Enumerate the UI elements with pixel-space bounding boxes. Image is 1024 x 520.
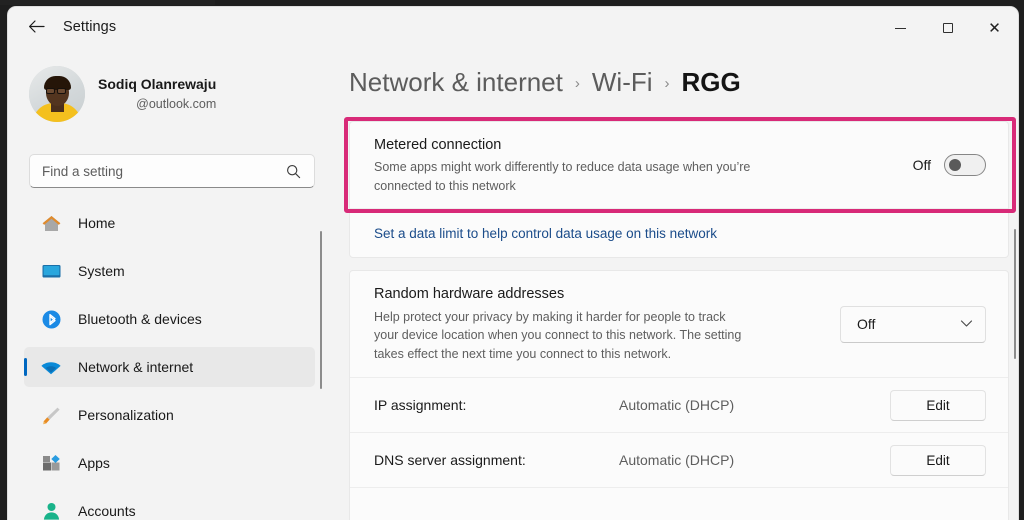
maximize-icon	[942, 23, 953, 33]
main-scrollbar[interactable]	[1014, 229, 1016, 359]
paintbrush-icon	[39, 403, 63, 427]
account-name: Sodiq Olanrewaju	[98, 76, 217, 93]
settings-list: Metered connection Some apps might work …	[344, 117, 1016, 520]
main-content: Network & internet › Wi-Fi › RGG Metered…	[331, 49, 1018, 520]
sidebar-item-bluetooth[interactable]: Bluetooth & devices	[24, 299, 315, 339]
ip-assignment-edit-button[interactable]: Edit	[890, 389, 986, 421]
random-hardware-addresses-row[interactable]: Random hardware addresses Help protect y…	[350, 271, 1008, 377]
sidebar: Sodiq Olanrewaju @outlook.com Find a set…	[8, 49, 331, 520]
partial-row	[350, 488, 1008, 520]
close-button[interactable]: ✕	[971, 7, 1018, 49]
window-controls: ✕	[877, 7, 1018, 49]
ip-assignment-value: Automatic (DHCP)	[619, 397, 735, 413]
set-data-limit-link[interactable]: Set a data limit to help control data us…	[374, 226, 717, 241]
breadcrumb-separator-icon: ›	[574, 75, 580, 92]
ip-assignment-label: IP assignment:	[374, 397, 467, 413]
metered-connection-row[interactable]: Metered connection Some apps might work …	[350, 122, 1008, 208]
background-strip	[0, 0, 215, 5]
metered-card: Metered connection Some apps might work …	[344, 117, 1016, 258]
search-box[interactable]	[29, 154, 315, 188]
random-hardware-description: Help protect your privacy by making it h…	[374, 309, 742, 362]
sidebar-item-label: Home	[78, 215, 116, 231]
metered-description: Some apps might work differently to redu…	[374, 159, 751, 193]
random-hardware-title: Random hardware addresses	[374, 286, 565, 303]
avatar	[29, 66, 85, 122]
toggle-knob	[949, 159, 961, 171]
title-bar: Settings ✕	[8, 7, 1018, 49]
breadcrumb: Network & internet › Wi-Fi › RGG	[349, 67, 741, 98]
wifi-icon	[39, 355, 63, 379]
person-icon	[39, 499, 63, 520]
dropdown-value: Off	[857, 316, 876, 332]
maximize-button[interactable]	[924, 7, 971, 49]
back-arrow-icon	[28, 19, 45, 39]
search-input[interactable]	[42, 163, 286, 179]
home-icon	[39, 211, 63, 235]
ip-assignment-row: IP assignment: Automatic (DHCP) Edit	[350, 378, 1008, 432]
sidebar-item-label: Bluetooth & devices	[78, 311, 202, 327]
sidebar-item-accounts[interactable]: Accounts	[24, 491, 315, 520]
minimize-icon	[895, 27, 906, 29]
sidebar-item-label: Network & internet	[78, 359, 194, 375]
close-icon: ✕	[988, 18, 1001, 37]
sidebar-item-home[interactable]: Home	[24, 203, 315, 243]
random-hardware-dropdown[interactable]: Off	[840, 305, 986, 343]
breadcrumb-network-internet[interactable]: Network & internet	[349, 67, 563, 98]
sidebar-item-label: Accounts	[78, 503, 136, 519]
settings-window: Settings ✕ Sodiq Olanrewaju @outlook.com…	[7, 6, 1019, 520]
metered-toggle-state: Off	[912, 157, 931, 173]
sidebar-item-label: System	[78, 263, 125, 279]
apps-icon	[39, 451, 63, 475]
window-title: Settings	[63, 19, 117, 35]
breadcrumb-separator-icon: ›	[664, 75, 670, 92]
sidebar-nav: Home System Bluetooth & devices Network …	[8, 203, 331, 520]
dns-assignment-label: DNS server assignment:	[374, 452, 526, 468]
bluetooth-icon	[39, 307, 63, 331]
account-tile[interactable]: Sodiq Olanrewaju @outlook.com	[24, 60, 316, 128]
sidebar-item-network-internet[interactable]: Network & internet	[24, 347, 315, 387]
network-properties-card: Random hardware addresses Help protect y…	[349, 270, 1009, 520]
back-button[interactable]	[19, 16, 53, 42]
metered-toggle-group: Off	[913, 154, 986, 176]
sidebar-item-system[interactable]: System	[24, 251, 315, 291]
breadcrumb-current: RGG	[681, 67, 741, 97]
metered-connection-toggle[interactable]	[944, 154, 986, 176]
sidebar-scrollbar[interactable]	[320, 231, 322, 389]
minimize-button[interactable]	[877, 7, 924, 49]
data-limit-row: Set a data limit to help control data us…	[350, 209, 1008, 257]
breadcrumb-wifi[interactable]: Wi-Fi	[592, 67, 653, 98]
dns-assignment-value: Automatic (DHCP)	[619, 452, 735, 468]
search-icon	[286, 164, 301, 179]
dns-assignment-edit-button[interactable]: Edit	[890, 444, 986, 476]
desktop-background: Settings ✕ Sodiq Olanrewaju @outlook.com…	[0, 0, 1024, 520]
chevron-down-icon	[960, 315, 973, 333]
system-display-icon	[39, 259, 63, 283]
metered-title: Metered connection	[374, 136, 502, 153]
sidebar-item-apps[interactable]: Apps	[24, 443, 315, 483]
sidebar-item-personalization[interactable]: Personalization	[24, 395, 315, 435]
sidebar-item-label: Apps	[78, 455, 110, 471]
account-email: @outlook.com	[136, 97, 217, 111]
dns-assignment-row: DNS server assignment: Automatic (DHCP) …	[350, 433, 1008, 487]
sidebar-item-label: Personalization	[78, 407, 174, 423]
